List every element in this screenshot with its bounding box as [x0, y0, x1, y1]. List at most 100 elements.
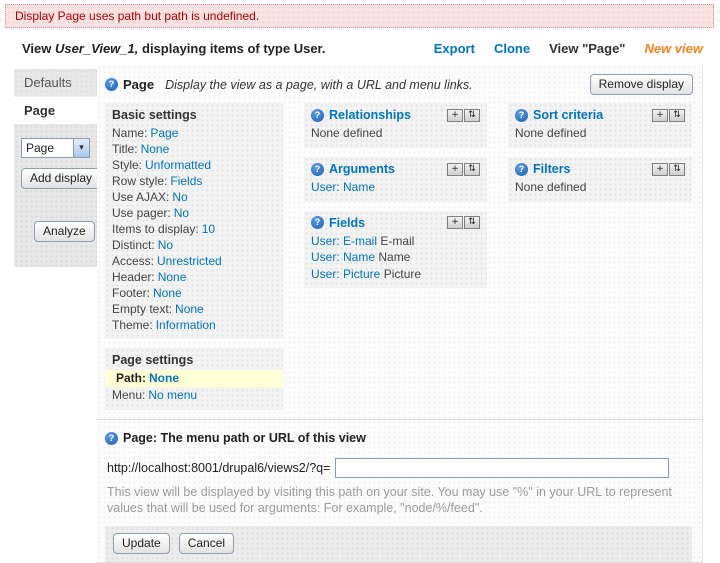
setting-value-link[interactable]: Unformatted [145, 158, 211, 172]
sort-criteria-title[interactable]: Sort criteria [533, 108, 603, 122]
setting-value-link[interactable]: None [141, 142, 170, 156]
settings-column-2: ? Relationships + ⇅ None defined ? Argum… [304, 103, 487, 288]
path-form: ? Page: The menu path or URL of this vie… [97, 419, 702, 562]
new-view-link[interactable]: New view [644, 41, 703, 56]
view-name: User_View_1, [55, 41, 139, 56]
setting-value-link[interactable]: No [172, 190, 187, 204]
setting-row: Footer: None [112, 285, 276, 301]
setting-value-link[interactable]: None [158, 270, 187, 284]
path-form-description: This view will be displayed by visiting … [107, 485, 672, 515]
settings-columns: Basic settings Name: Page Title: None St… [97, 100, 702, 410]
display-type-select-value: Page [26, 141, 55, 155]
relationships-title[interactable]: Relationships [329, 108, 411, 122]
setting-row: Name: Page [112, 125, 276, 141]
analyze-button[interactable]: Analyze [34, 221, 95, 242]
rearrange-icon[interactable]: ⇅ [464, 108, 480, 122]
sort-criteria-box: ? Sort criteria + ⇅ None defined [508, 103, 692, 148]
filters-title[interactable]: Filters [533, 162, 571, 176]
field-link[interactable]: User: Picture [311, 267, 380, 281]
setting-row: Theme: Information [112, 317, 276, 333]
export-link[interactable]: Export [434, 41, 475, 56]
fields-title[interactable]: Fields [329, 216, 365, 230]
setting-value-link[interactable]: Unrestricted [157, 254, 222, 268]
setting-value-link[interactable]: None [175, 302, 204, 316]
setting-label: Name: [112, 126, 148, 140]
display-type-select[interactable]: Page ▾ [21, 138, 90, 158]
path-form-title: Page: The menu path or URL of this view [123, 431, 366, 445]
setting-label: Theme: [112, 318, 153, 332]
setting-row: Header: None [112, 269, 276, 285]
path-input[interactable] [335, 458, 670, 478]
basic-settings-box: Basic settings Name: Page Title: None St… [105, 103, 283, 339]
setting-value-link[interactable]: Information [156, 318, 216, 332]
arguments-box: ? Arguments + ⇅ User: Name [304, 157, 487, 202]
setting-label: Row style: [112, 174, 168, 188]
setting-row: Use AJAX: No [112, 189, 276, 205]
view-title-prefix: View [22, 41, 52, 56]
display-settings-panel: ? Page Display the view as a page, with … [97, 65, 703, 563]
rearrange-icon[interactable]: ⇅ [669, 162, 685, 176]
setting-value-link[interactable]: 10 [202, 222, 215, 236]
add-icon[interactable]: + [447, 108, 463, 122]
add-icon[interactable]: + [652, 162, 668, 176]
setting-value-link[interactable]: No [174, 206, 189, 220]
setting-value-link[interactable]: None [149, 371, 179, 385]
cancel-button[interactable]: Cancel [178, 533, 235, 554]
url-prefix: http://localhost:8001/drupal6/views2/?q= [107, 461, 331, 475]
add-icon[interactable]: + [447, 162, 463, 176]
display-tabs-column: Defaults Page Page ▾ Add display Analyze [14, 65, 102, 267]
field-label: Name [375, 250, 411, 264]
setting-value-link[interactable]: No menu [148, 388, 197, 402]
field-label: Picture [380, 266, 422, 281]
setting-label: Empty text: [112, 302, 173, 316]
help-icon[interactable]: ? [311, 216, 324, 229]
help-icon[interactable]: ? [105, 78, 118, 91]
add-icon[interactable]: + [447, 216, 463, 229]
filters-box: ? Filters + ⇅ None defined [508, 157, 692, 202]
help-icon[interactable]: ? [105, 431, 118, 445]
sort-criteria-empty: None defined [515, 126, 587, 140]
setting-row: Items to display: 10 [112, 221, 276, 237]
error-message: Display Page uses path but path is undef… [5, 4, 714, 28]
argument-link[interactable]: User: Name [311, 180, 375, 194]
view-title-suffix: displaying items of type User. [142, 41, 326, 56]
remove-display-button[interactable]: Remove display [589, 74, 693, 95]
setting-label: Header: [112, 270, 155, 284]
help-icon[interactable]: ? [515, 108, 528, 122]
field-link[interactable]: User: Name [311, 250, 375, 264]
display-description: Display the view as a page, with a URL a… [165, 77, 473, 92]
display-tab[interactable]: Defaults [14, 69, 97, 97]
display-title: Page [123, 77, 155, 92]
clone-link[interactable]: Clone [494, 41, 530, 56]
setting-label: Menu: [112, 388, 146, 402]
setting-label: Path: [116, 371, 146, 385]
arguments-list: User: Name [311, 179, 480, 196]
help-icon[interactable]: ? [311, 162, 324, 176]
help-icon[interactable]: ? [311, 108, 324, 122]
display-tab[interactable]: Page [14, 97, 97, 124]
setting-row: Menu: No menu [112, 387, 276, 404]
views-ui: Defaults Page Page ▾ Add display Analyze… [14, 65, 703, 563]
setting-value-link[interactable]: None [153, 286, 182, 300]
page-settings-box: Page settings Path: None Menu: No menu [105, 348, 283, 410]
add-icon[interactable]: + [652, 108, 668, 122]
rearrange-icon[interactable]: ⇅ [464, 162, 480, 176]
view-page-link[interactable]: View "Page" [549, 41, 625, 56]
rearrange-icon[interactable]: ⇅ [669, 108, 685, 122]
setting-label: Distinct: [112, 238, 155, 252]
relationships-empty: None defined [311, 126, 383, 140]
error-message-text: Display Page uses path but path is undef… [15, 9, 260, 23]
help-icon[interactable]: ? [515, 162, 528, 176]
add-display-button[interactable]: Add display [21, 168, 102, 189]
setting-value-link[interactable]: No [158, 238, 173, 252]
setting-value-link[interactable]: Fields [170, 174, 202, 188]
field-link[interactable]: User: E-mail [311, 234, 377, 248]
rearrange-icon[interactable]: ⇅ [464, 216, 480, 229]
setting-label: Use pager: [112, 206, 171, 220]
arguments-title[interactable]: Arguments [329, 162, 395, 176]
setting-row: Empty text: None [112, 301, 276, 317]
settings-column-1: Basic settings Name: Page Title: None St… [105, 103, 283, 410]
relationships-box: ? Relationships + ⇅ None defined [304, 103, 487, 148]
update-button[interactable]: Update [113, 533, 170, 554]
setting-value-link[interactable]: Page [150, 126, 178, 140]
